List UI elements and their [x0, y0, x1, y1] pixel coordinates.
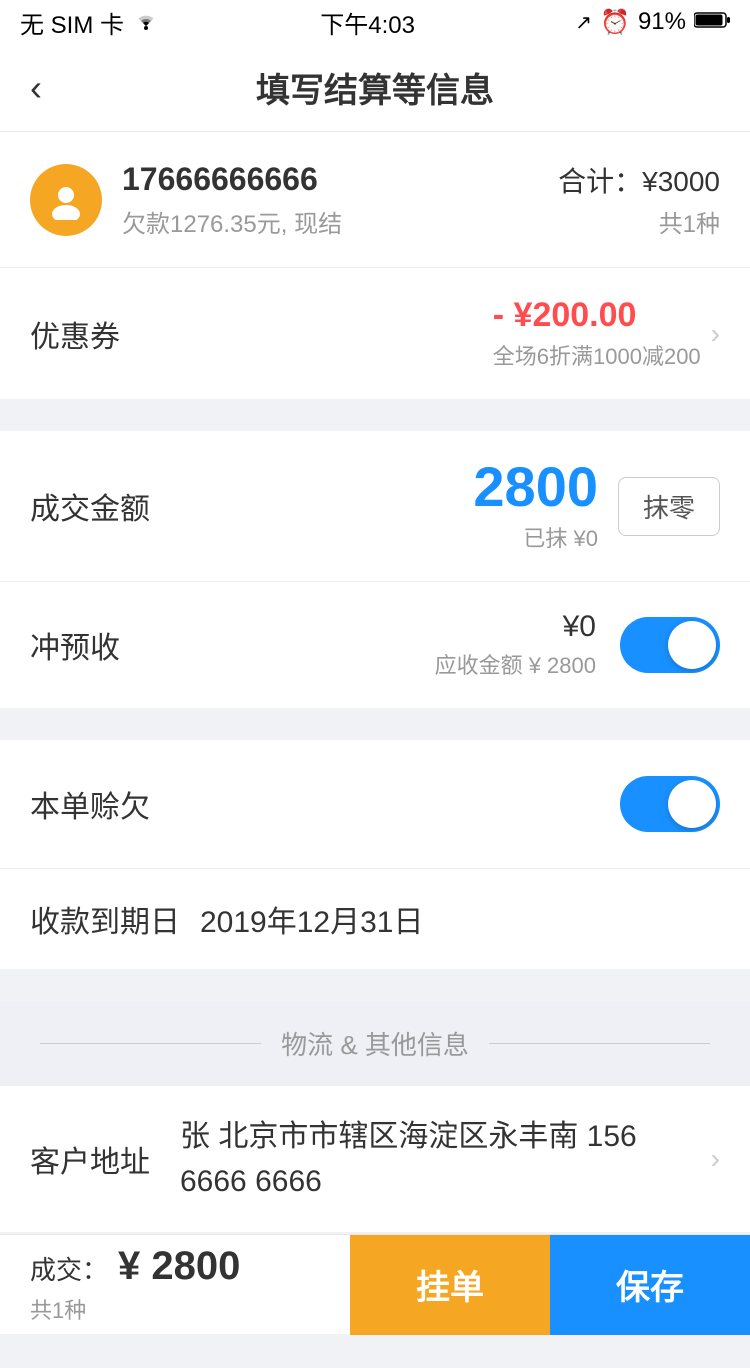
- coupon-chevron-icon: ›: [711, 318, 720, 350]
- prepaid-label: 冲预收: [30, 623, 120, 667]
- due-date-label: 收款到期日: [30, 897, 180, 941]
- address-row[interactable]: 客户地址 张 北京市市辖区海淀区永丰南 156 6666 6666 ›: [0, 1086, 750, 1232]
- prepaid-toggle[interactable]: [620, 617, 720, 673]
- save-button[interactable]: 保存: [550, 1235, 750, 1335]
- battery-text: 91%: [638, 8, 686, 36]
- coupon-description: 全场6折满1000减200: [493, 339, 701, 371]
- due-date-row: 收款到期日 2019年12月31日: [0, 868, 750, 969]
- logistics-line-right: [489, 1043, 710, 1044]
- customer-total: 合计：¥3000 共1种: [558, 160, 720, 239]
- status-left: 无 SIM 卡: [20, 5, 160, 40]
- status-right: ↗ ⏰ 91%: [575, 8, 730, 37]
- page-title: 填写结算等信息: [256, 63, 494, 112]
- status-time: 下午4:03: [320, 5, 415, 40]
- deal-amount-right: 2800 已抹 ¥0 抹零: [473, 459, 720, 553]
- bottom-bar: 成交： ¥ 2800 共1种 挂单 保存: [0, 1234, 750, 1334]
- deal-amount-label: 成交金额: [30, 484, 150, 528]
- deal-amount-sub: 已抹 ¥0: [473, 521, 598, 553]
- prepaid-toggle-knob: [668, 621, 716, 669]
- prepaid-row: 冲预收 ¥0 应收金额 ¥ 2800: [0, 581, 750, 708]
- debt-toggle[interactable]: [620, 776, 720, 832]
- wifi-icon: [132, 8, 160, 37]
- divider-2: [0, 724, 750, 740]
- address-section: 客户地址 张 北京市市辖区海淀区永丰南 156 6666 6666 ›: [0, 1086, 750, 1232]
- coupon-label: 优惠券: [30, 312, 120, 356]
- coupon-right: - ¥200.00 全场6折满1000减200 ›: [493, 296, 720, 371]
- logistics-divider: 物流 & 其他信息: [0, 1001, 750, 1086]
- avatar: [30, 164, 102, 236]
- amount-info: 2800 已抹 ¥0: [473, 459, 598, 553]
- total-count: 共1种: [558, 204, 720, 239]
- debt-section: 本单赊欠 收款到期日 2019年12月31日: [0, 740, 750, 969]
- deal-amount-section: 成交金额 2800 已抹 ¥0 抹零 冲预收 ¥0 应收金额 ¥ 2800: [0, 431, 750, 708]
- customer-left: 17666666666 欠款1276.35元, 现结: [30, 161, 342, 239]
- summary-top: 成交： ¥ 2800: [30, 1244, 320, 1289]
- divider-1: [0, 415, 750, 431]
- debt-row: 本单赊欠: [0, 740, 750, 868]
- customer-info: 17666666666 欠款1276.35元, 现结: [122, 161, 342, 239]
- prepaid-sub: 应收金额 ¥ 2800: [435, 648, 596, 680]
- summary-amount: ¥ 2800: [118, 1244, 240, 1289]
- status-bar: 无 SIM 卡 下午4:03 ↗ ⏰ 91%: [0, 0, 750, 44]
- address-content: 张 北京市市辖区海淀区永丰南 156 6666 6666: [180, 1114, 711, 1204]
- customer-debt: 欠款1276.35元, 现结: [122, 204, 342, 239]
- debt-toggle-knob: [668, 780, 716, 828]
- nav-bar: ‹ 填写结算等信息: [0, 44, 750, 132]
- customer-row: 17666666666 欠款1276.35元, 现结 合计：¥3000 共1种: [0, 132, 750, 267]
- round-button[interactable]: 抹零: [618, 477, 720, 536]
- alarm-icon: ⏰: [600, 8, 630, 37]
- customer-phone: 17666666666: [122, 161, 342, 198]
- customer-section: 17666666666 欠款1276.35元, 现结 合计：¥3000 共1种 …: [0, 132, 750, 399]
- back-button[interactable]: ‹: [30, 67, 42, 109]
- battery-icon: [694, 8, 730, 36]
- summary-count: 共1种: [30, 1293, 320, 1325]
- prepaid-amount: ¥0: [435, 610, 596, 644]
- due-date-value: 2019年12月31日: [200, 897, 423, 941]
- logistics-line-left: [40, 1043, 261, 1044]
- total-amount: ¥3000: [642, 166, 720, 197]
- total-label: 合计：: [558, 166, 642, 197]
- location-icon: ↗: [575, 10, 592, 35]
- address-chevron-icon: ›: [711, 1143, 720, 1175]
- logistics-text: 物流 & 其他信息: [281, 1025, 469, 1062]
- divider-3: [0, 985, 750, 1001]
- deal-amount-number: 2800: [473, 459, 598, 515]
- prepaid-right: ¥0 应收金额 ¥ 2800: [435, 610, 720, 680]
- bottom-summary: 成交： ¥ 2800 共1种: [0, 1244, 350, 1325]
- coupon-info: - ¥200.00 全场6折满1000减200: [493, 296, 701, 371]
- address-label: 客户地址: [30, 1137, 150, 1181]
- deal-amount-row: 成交金额 2800 已抹 ¥0 抹零: [0, 431, 750, 581]
- total-label-amount: 合计：¥3000: [558, 160, 720, 200]
- prepaid-values: ¥0 应收金额 ¥ 2800: [435, 610, 596, 680]
- summary-label: 成交：: [30, 1250, 108, 1287]
- coupon-discount: - ¥200.00: [493, 296, 701, 335]
- hold-button[interactable]: 挂单: [350, 1235, 550, 1335]
- carrier-text: 无 SIM 卡: [20, 5, 124, 40]
- debt-label: 本单赊欠: [30, 782, 150, 826]
- coupon-row[interactable]: 优惠券 - ¥200.00 全场6折满1000减200 ›: [0, 267, 750, 399]
